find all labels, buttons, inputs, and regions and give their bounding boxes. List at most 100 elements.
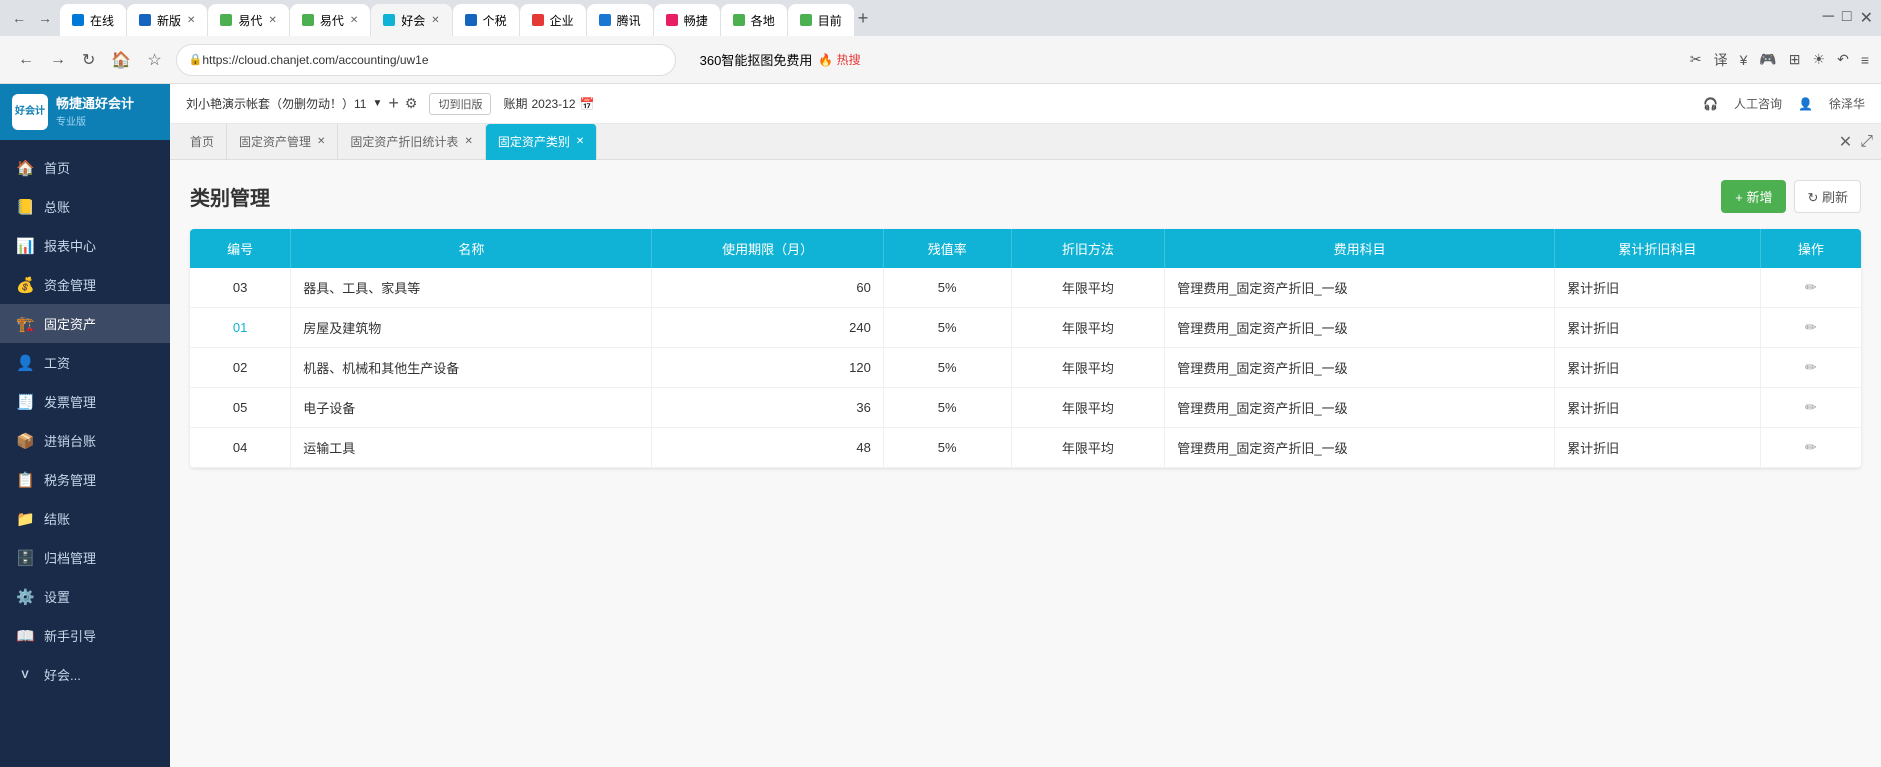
- edit-button-1[interactable]: ✏: [1805, 319, 1817, 335]
- sidebar-item-more[interactable]: V 好会...: [0, 655, 170, 694]
- browser-tab-6[interactable]: 企业: [520, 4, 586, 36]
- sidebar-logo: 好会计 畅捷通好会计 专业版: [0, 84, 170, 140]
- grid-icon[interactable]: ⊞: [1789, 51, 1801, 68]
- page-tab-home[interactable]: 首页: [178, 124, 227, 160]
- sidebar-item-home[interactable]: 🏠 首页: [0, 148, 170, 187]
- browser-tab-1[interactable]: 新版 ✕: [127, 4, 207, 36]
- tab-favicon-1: [139, 14, 151, 26]
- sidebar-item-fixed-assets[interactable]: 🏗️ 固定资产: [0, 304, 170, 343]
- tab-close-4[interactable]: ✕: [431, 15, 439, 26]
- brightness-icon[interactable]: ☀: [1813, 51, 1826, 68]
- forward-button[interactable]: →: [44, 47, 72, 73]
- switch-version-button[interactable]: 切到旧版: [429, 93, 491, 115]
- close-current-tab-button[interactable]: ✕: [1839, 132, 1852, 152]
- cell-name-0: 器具、工具、家具等: [291, 268, 652, 308]
- edit-button-0[interactable]: ✏: [1805, 279, 1817, 295]
- col-header-residual: 残值率: [883, 229, 1011, 268]
- page-tab-category-label: 固定资产类别: [498, 133, 570, 150]
- back-button[interactable]: ←: [12, 47, 40, 73]
- customer-service-label[interactable]: 人工咨询: [1734, 95, 1782, 112]
- page-tabs-bar: 首页 固定资产管理 ✕ 固定资产折旧统计表 ✕ 固定资产类别 ✕ ✕ ⤢: [170, 124, 1881, 160]
- hot-search-label: 🔥 热搜: [818, 51, 860, 68]
- sidebar-item-finance[interactable]: 💰 资金管理: [0, 265, 170, 304]
- edit-button-2[interactable]: ✏: [1805, 359, 1817, 375]
- add-button[interactable]: + 新增: [1721, 180, 1786, 213]
- sidebar-item-guide[interactable]: 📖 新手引导: [0, 616, 170, 655]
- sidebar: 好会计 畅捷通好会计 专业版 🏠 首页 📒 总账 📊 报表中心 💰 资金管理: [0, 84, 170, 767]
- home-button[interactable]: 🏠: [105, 46, 137, 74]
- browser-tab-0[interactable]: 在线: [60, 4, 126, 36]
- address-bar: ← → ↻ 🏠 ☆ 🔒 https://cloud.chanjet.com/ac…: [0, 36, 1881, 84]
- cut-icon[interactable]: ✂: [1690, 51, 1702, 68]
- dropdown-chevron-icon[interactable]: ▼: [372, 98, 382, 109]
- tab-close-1[interactable]: ✕: [187, 15, 195, 26]
- edit-button-4[interactable]: ✏: [1805, 439, 1817, 455]
- page-tab-depreciation[interactable]: 固定资产折旧统计表 ✕: [338, 124, 485, 160]
- new-tab-button[interactable]: +: [858, 9, 869, 27]
- browser-tab-9[interactable]: 各地: [721, 4, 787, 36]
- browser-tab-3[interactable]: 易代 ✕: [290, 4, 370, 36]
- menu-icon[interactable]: ≡: [1861, 52, 1869, 68]
- browser-nav-forward[interactable]: →: [34, 6, 56, 30]
- cell-id-link-1[interactable]: 01: [233, 320, 247, 335]
- username-label: 徐泽华: [1829, 95, 1865, 112]
- cell-id-1: 01: [190, 308, 291, 348]
- edit-button-3[interactable]: ✏: [1805, 399, 1817, 415]
- sidebar-item-settings[interactable]: ⚙️ 设置: [0, 577, 170, 616]
- undo-icon[interactable]: ↶: [1837, 51, 1849, 68]
- cell-method-4: 年限平均: [1011, 428, 1165, 468]
- page-tab-close-1[interactable]: ✕: [317, 136, 325, 147]
- currency-icon[interactable]: ¥: [1740, 52, 1748, 68]
- tab-favicon-5: [465, 14, 477, 26]
- sidebar-item-ledger[interactable]: 📒 总账: [0, 187, 170, 226]
- sidebar-label-guide: 新手引导: [44, 626, 96, 645]
- cell-residual-0: 5%: [883, 268, 1011, 308]
- refresh-button[interactable]: ↻: [76, 46, 101, 74]
- settings-account-button[interactable]: ⚙: [405, 95, 418, 112]
- minimize-icon[interactable]: ─: [1823, 8, 1834, 28]
- tab-label-3: 易代: [320, 12, 344, 29]
- period-label: 账期: [503, 95, 527, 112]
- url-bar[interactable]: 🔒 https://cloud.chanjet.com/accounting/u…: [176, 44, 676, 76]
- browser-tab-8[interactable]: 畅捷: [654, 4, 720, 36]
- page-tab-close-2[interactable]: ✕: [464, 136, 472, 147]
- game-icon[interactable]: 🎮: [1759, 51, 1776, 68]
- close-icon[interactable]: ✕: [1860, 8, 1873, 28]
- browser-chrome: ← → 在线 新版 ✕ 易代 ✕ 易代 ✕ 好会 ✕ 个税: [0, 0, 1881, 36]
- browser-tab-4[interactable]: 好会 ✕: [371, 4, 451, 36]
- calendar-icon[interactable]: 📅: [580, 97, 595, 111]
- translate-icon[interactable]: 译: [1714, 50, 1728, 70]
- sidebar-label-closing: 结账: [44, 509, 70, 528]
- cell-period-2: 120: [652, 348, 883, 388]
- expand-tab-button[interactable]: ⤢: [1860, 132, 1873, 152]
- browser-tab-2[interactable]: 易代 ✕: [208, 4, 288, 36]
- maximize-icon[interactable]: □: [1842, 8, 1852, 28]
- browser-nav-back[interactable]: ←: [8, 6, 30, 30]
- page-body: 类别管理 + 新增 ↻ 刷新 编号 名称 使用期限（月） 残值率 折旧方法 费用…: [170, 160, 1881, 767]
- page-tab-close-3[interactable]: ✕: [576, 136, 584, 147]
- sidebar-item-invoice[interactable]: 🧾 发票管理: [0, 382, 170, 421]
- browser-tab-7[interactable]: 腾讯: [587, 4, 653, 36]
- browser-tab-10[interactable]: 目前: [788, 4, 854, 36]
- page-tab-category[interactable]: 固定资产类别 ✕: [486, 124, 597, 160]
- cell-method-2: 年限平均: [1011, 348, 1165, 388]
- bookmark-button[interactable]: ☆: [141, 46, 167, 74]
- sidebar-item-reports[interactable]: 📊 报表中心: [0, 226, 170, 265]
- top-bar-right: 🎧 人工咨询 👤 徐泽华: [1703, 95, 1865, 112]
- browser-tab-5[interactable]: 个税: [453, 4, 519, 36]
- sidebar-item-inventory[interactable]: 📦 进销台账: [0, 421, 170, 460]
- tab-close-3[interactable]: ✕: [350, 15, 358, 26]
- page-tab-fixed-assets-mgmt[interactable]: 固定资产管理 ✕: [227, 124, 338, 160]
- sidebar-item-archive[interactable]: 🗄️ 归档管理: [0, 538, 170, 577]
- cell-accumulated-3: 累计折旧: [1555, 388, 1761, 428]
- nav-controls: ← → ↻ 🏠 ☆: [12, 46, 168, 74]
- tab-close-2[interactable]: ✕: [268, 15, 276, 26]
- sidebar-item-tax[interactable]: 📋 税务管理: [0, 460, 170, 499]
- sidebar-nav: 🏠 首页 📒 总账 📊 报表中心 💰 资金管理 🏗️ 固定资产 👤 工资: [0, 140, 170, 767]
- cell-residual-3: 5%: [883, 388, 1011, 428]
- refresh-data-button[interactable]: ↻ 刷新: [1794, 180, 1861, 213]
- sidebar-item-closing[interactable]: 📁 结账: [0, 499, 170, 538]
- settings-icon: ⚙️: [16, 588, 34, 606]
- sidebar-item-payroll[interactable]: 👤 工资: [0, 343, 170, 382]
- add-account-button[interactable]: +: [388, 93, 399, 114]
